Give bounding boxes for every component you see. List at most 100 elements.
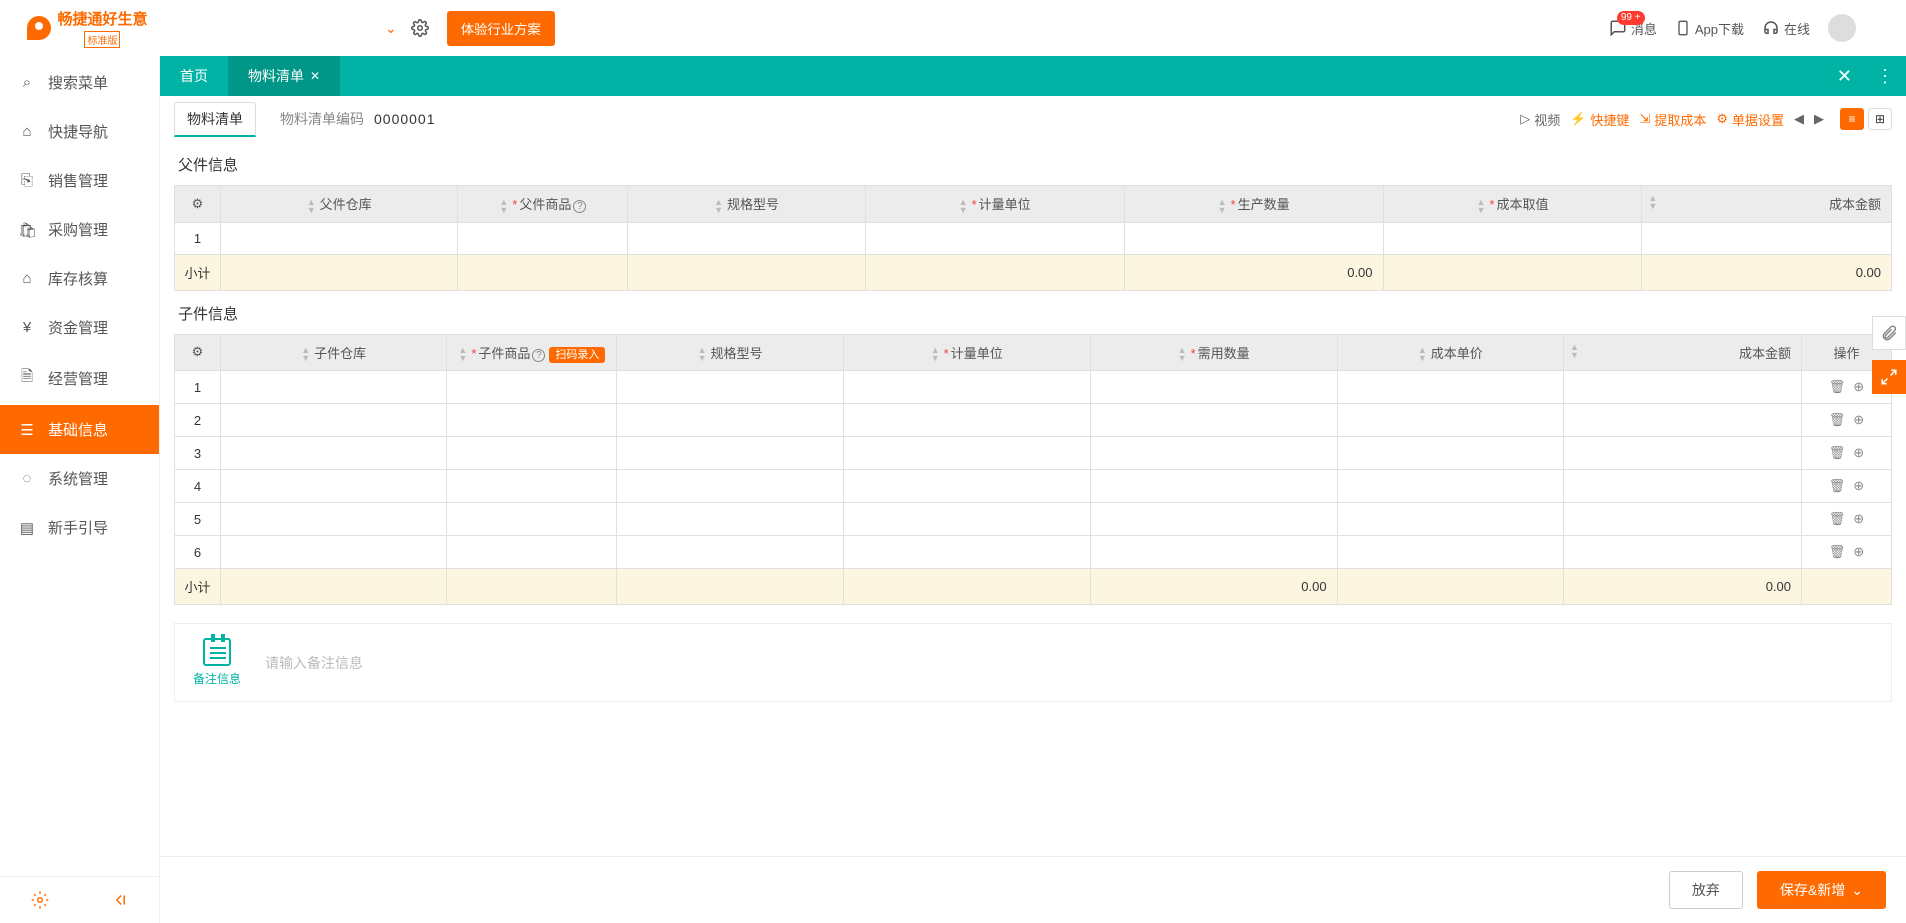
add-row-icon[interactable]: ⊕: [1853, 412, 1864, 427]
app-download-link[interactable]: App下载: [1675, 19, 1744, 38]
parent-col-product[interactable]: *父件商品?: [458, 186, 628, 223]
delete-row-icon[interactable]: 🗑: [1829, 412, 1846, 427]
view-list-icon[interactable]: ≡: [1840, 108, 1864, 130]
child-row[interactable]: 4🗑⊕: [175, 470, 1892, 503]
child-col-uom[interactable]: *计量单位: [843, 334, 1090, 371]
attachment-icon[interactable]: [1872, 316, 1906, 350]
sidebar-item-label: 采购管理: [48, 219, 108, 240]
shortcut-link[interactable]: ⚡ 快捷键: [1570, 110, 1629, 129]
close-all-tabs-icon[interactable]: ✕: [1825, 66, 1864, 87]
child-col-qty[interactable]: *需用数量: [1090, 334, 1337, 371]
row-ops: 🗑⊕: [1802, 536, 1892, 569]
parent-subtotal-amt: 0.00: [1642, 254, 1892, 290]
info-icon: ?: [532, 349, 545, 362]
remark-input[interactable]: [265, 655, 1873, 671]
parent-subtotal-qty: 0.00: [1124, 254, 1383, 290]
sidebar-item-0[interactable]: ⌕ 搜索菜单: [0, 58, 159, 107]
scan-input-tag[interactable]: 扫码录入: [549, 347, 605, 363]
gear-icon[interactable]: [411, 19, 429, 37]
next-doc-icon[interactable]: ▶: [1814, 111, 1824, 127]
sidebar-item-label: 快捷导航: [48, 121, 108, 142]
sidebar-item-icon: ⌕: [18, 74, 36, 91]
tab-label: 物料清单: [248, 66, 304, 86]
add-row-icon[interactable]: ⊕: [1853, 445, 1864, 460]
sidebar-item-2[interactable]: ⎘销售管理: [0, 156, 159, 205]
sidebar-item-icon: ◌: [18, 470, 36, 487]
child-col-unitcost[interactable]: 成本单价: [1337, 334, 1563, 371]
row-num: 1: [175, 222, 221, 254]
experience-button[interactable]: 体验行业方案: [447, 11, 555, 46]
tabs-menu-icon[interactable]: ⋮: [1864, 66, 1906, 87]
delete-row-icon[interactable]: 🗑: [1829, 478, 1846, 493]
sidebar-item-6[interactable]: 🗎经营管理: [0, 352, 159, 405]
child-col-product[interactable]: *子件商品?扫码录入: [447, 334, 617, 371]
row-ops: 🗑⊕: [1802, 503, 1892, 536]
child-col-costamt[interactable]: 成本金额: [1563, 334, 1801, 371]
sidebar-item-label: 系统管理: [48, 468, 108, 489]
delete-row-icon[interactable]: 🗑: [1829, 379, 1846, 394]
child-row[interactable]: 2🗑⊕: [175, 404, 1892, 437]
tab-1[interactable]: 物料清单 ✕: [228, 56, 340, 96]
child-col-spec[interactable]: 规格型号: [617, 334, 843, 371]
doc-code-label: 物料清单编码: [280, 109, 364, 129]
sidebar-item-1[interactable]: ⌂快捷导航: [0, 107, 159, 156]
child-row[interactable]: 1🗑⊕: [175, 371, 1892, 404]
extract-icon: ⇲: [1639, 111, 1650, 127]
parent-section-title: 父件信息: [174, 142, 1892, 185]
sidebar-item-4[interactable]: ⌂库存核算: [0, 254, 159, 303]
child-row[interactable]: 3 🗑 ⊕: [175, 437, 1892, 470]
app-root: 畅捷通好生意 标准版 ⌄ 体验行业方案 消息 99 +: [0, 0, 1906, 923]
fullscreen-icon[interactable]: [1872, 360, 1906, 394]
chevron-down-icon: ⌄: [385, 20, 397, 37]
child-row[interactable]: 5🗑⊕: [175, 503, 1892, 536]
parent-col-qty[interactable]: *生产数量: [1124, 186, 1383, 223]
org-selector[interactable]: ⌄: [195, 20, 397, 37]
sidebar-item-9[interactable]: ▤新手引导: [0, 503, 159, 552]
add-row-icon[interactable]: ⊕: [1853, 478, 1864, 493]
delete-row-icon[interactable]: 🗑: [1829, 511, 1846, 526]
delete-row-icon[interactable]: 🗑: [1829, 445, 1846, 460]
messages-link[interactable]: 消息 99 +: [1609, 19, 1657, 38]
add-row-icon[interactable]: ⊕: [1853, 511, 1864, 526]
tab-0[interactable]: 首页: [160, 56, 228, 96]
parent-col-spec[interactable]: 规格型号: [628, 186, 865, 223]
document-toolbar: 物料清单 物料清单编码 0000001 ▷ 视频 ⚡ 快捷键 ⇲ 提取成本 ⚙: [160, 96, 1906, 142]
sidebar-item-8[interactable]: ◌ 系统管理: [0, 454, 159, 503]
doc-type-pill[interactable]: 物料清单: [174, 102, 256, 137]
child-col-gear[interactable]: ⚙: [175, 334, 221, 371]
sidebar-item-7[interactable]: ☰基础信息: [0, 405, 159, 454]
discard-button[interactable]: 放弃: [1669, 871, 1743, 909]
view-card-icon[interactable]: ⊞: [1868, 108, 1892, 130]
delete-row-icon[interactable]: 🗑: [1829, 544, 1846, 559]
parent-col-costamt[interactable]: 成本金额: [1642, 186, 1892, 223]
online-label: 在线: [1784, 19, 1810, 38]
phone-icon: [1675, 19, 1691, 37]
parent-col-warehouse[interactable]: 父件仓库: [221, 186, 458, 223]
prev-doc-icon[interactable]: ◀: [1794, 111, 1804, 127]
doc-settings-link[interactable]: ⚙ 单据设置: [1716, 110, 1784, 129]
parent-col-uom[interactable]: *计量单位: [865, 186, 1124, 223]
child-subtotal-row: 小计 0.00 0.00: [175, 569, 1892, 605]
child-row[interactable]: 6🗑⊕: [175, 536, 1892, 569]
sidebar-item-label: 搜索菜单: [48, 72, 108, 93]
child-col-warehouse[interactable]: 子件仓库: [221, 334, 447, 371]
settings-gear-icon[interactable]: [31, 891, 49, 909]
extract-cost-link[interactable]: ⇲ 提取成本: [1639, 110, 1706, 129]
headset-icon: [1762, 19, 1780, 37]
sidebar-item-3[interactable]: 🛍采购管理: [0, 205, 159, 254]
add-row-icon[interactable]: ⊕: [1853, 379, 1864, 394]
video-link[interactable]: ▷ 视频: [1520, 110, 1560, 129]
parent-col-costsrc[interactable]: *成本取值: [1383, 186, 1642, 223]
save-and-new-button[interactable]: 保存&新增 ⌄: [1757, 871, 1886, 909]
online-support-link[interactable]: 在线: [1762, 19, 1810, 38]
child-subtotal-label: 小计: [175, 569, 221, 605]
shortcut-label: 快捷键: [1590, 110, 1629, 129]
parent-col-gear[interactable]: ⚙: [175, 186, 221, 223]
avatar[interactable]: [1828, 14, 1856, 42]
row-num: 3: [175, 437, 221, 470]
parent-row[interactable]: 1: [175, 222, 1892, 254]
add-row-icon[interactable]: ⊕: [1853, 544, 1864, 559]
collapse-sidebar-icon[interactable]: [110, 891, 128, 909]
sidebar-item-5[interactable]: ¥资金管理: [0, 303, 159, 352]
tab-close-icon[interactable]: ✕: [310, 69, 320, 83]
